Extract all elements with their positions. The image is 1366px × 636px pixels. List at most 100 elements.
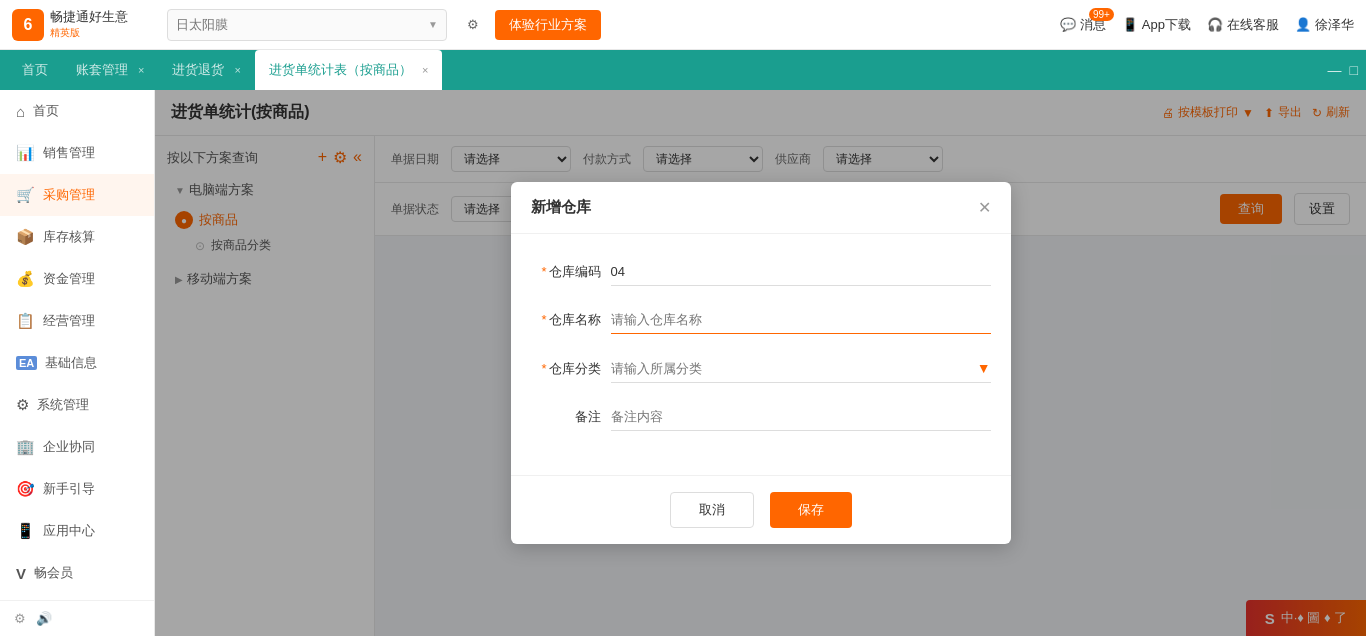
tab-purchase-return-close[interactable]: ×: [234, 64, 240, 76]
enterprise-icon: 🏢: [16, 438, 35, 456]
user-icon: 👤: [1295, 17, 1311, 32]
form-row-name: 仓库名称: [531, 306, 991, 334]
tab-purchase-stat-label: 进货单统计表（按商品）: [269, 61, 412, 79]
sidebar-label-system: 系统管理: [37, 396, 89, 414]
sidebar-label-basic-info: 基础信息: [45, 354, 97, 372]
name-label: 仓库名称: [531, 311, 611, 329]
name-input[interactable]: [611, 306, 991, 334]
sidebar-bottom-volume-icon[interactable]: 🔊: [36, 611, 52, 626]
sidebar-label-purchase: 采购管理: [43, 186, 95, 204]
sidebar-label-beginner: 新手引导: [43, 480, 95, 498]
online-service-label: 在线客服: [1227, 16, 1279, 34]
sidebar-item-beginner[interactable]: 🎯 新手引导: [0, 468, 154, 510]
inventory-icon: 📦: [16, 228, 35, 246]
modal-close-button[interactable]: ✕: [978, 198, 991, 217]
sidebar-label-sales: 销售管理: [43, 144, 95, 162]
tab-home[interactable]: 首页: [8, 50, 62, 90]
tab-bar: 首页 账套管理 × 进货退货 × 进货单统计表（按商品） × — □: [0, 50, 1366, 90]
sidebar-item-sales[interactable]: 📊 销售管理: [0, 132, 154, 174]
modal-title: 新增仓库: [531, 198, 591, 217]
sidebar-label-operations: 经营管理: [43, 312, 95, 330]
remark-input[interactable]: [611, 403, 991, 431]
sidebar-label-home: 首页: [33, 102, 59, 120]
form-row-code: 仓库编码: [531, 258, 991, 286]
form-row-remark: 备注: [531, 403, 991, 431]
headset-icon: 🎧: [1207, 17, 1223, 32]
tab-minimize-icon[interactable]: —: [1328, 62, 1342, 78]
tab-account-label: 账套管理: [76, 61, 128, 79]
code-input[interactable]: [611, 258, 991, 286]
header-search-box[interactable]: 日太阳膜 ▼: [167, 9, 447, 41]
sidebar-item-enterprise[interactable]: 🏢 企业协同: [0, 426, 154, 468]
settings-icon-btn[interactable]: ⚙: [457, 9, 489, 41]
sidebar-item-app-center[interactable]: 📱 应用中心: [0, 510, 154, 552]
username-label: 徐泽华: [1315, 16, 1354, 34]
search-input[interactable]: 日太阳膜: [176, 17, 428, 32]
tab-account[interactable]: 账套管理 ×: [62, 50, 158, 90]
tab-purchase-stat[interactable]: 进货单统计表（按商品） ×: [255, 50, 442, 90]
sidebar-item-purchase[interactable]: 🛒 采购管理: [0, 174, 154, 216]
modal-footer: 取消 保存: [511, 475, 1011, 544]
sidebar-item-home[interactable]: ⌂ 首页: [0, 90, 154, 132]
sidebar-item-operations[interactable]: 📋 经营管理: [0, 300, 154, 342]
app-download-label: App下载: [1142, 16, 1191, 34]
modal-overlay[interactable]: 新增仓库 ✕ 仓库编码 仓库名称 仓库分类: [155, 90, 1366, 636]
sidebar-item-inventory[interactable]: 📦 库存核算: [0, 216, 154, 258]
tab-purchase-return[interactable]: 进货退货 ×: [158, 50, 254, 90]
cancel-button[interactable]: 取消: [670, 492, 754, 528]
basic-info-icon: EA: [16, 356, 37, 370]
app-center-icon: 📱: [16, 522, 35, 540]
app-download-item[interactable]: 📱 App下载: [1122, 16, 1191, 34]
logo-icon: 6: [12, 9, 44, 41]
modal-header: 新增仓库 ✕: [511, 182, 1011, 234]
home-icon: ⌂: [16, 103, 25, 120]
sidebar-bottom-settings-icon[interactable]: ⚙: [14, 611, 26, 626]
sidebar-label-inventory: 库存核算: [43, 228, 95, 246]
sidebar-item-system[interactable]: ⚙ 系统管理: [0, 384, 154, 426]
finance-icon: 💰: [16, 270, 35, 288]
user-item[interactable]: 👤 徐泽华: [1295, 16, 1354, 34]
new-warehouse-modal: 新增仓库 ✕ 仓库编码 仓库名称 仓库分类: [511, 182, 1011, 544]
purchase-icon: 🛒: [16, 186, 35, 204]
header-right: 💬 消息 99+ 📱 App下载 🎧 在线客服 👤 徐泽华: [1060, 16, 1354, 34]
sidebar-label-enterprise: 企业协同: [43, 438, 95, 456]
messages-badge: 99+: [1089, 8, 1114, 21]
beginner-icon: 🎯: [16, 480, 35, 498]
main-layout: ⌂ 首页 📊 销售管理 🛒 采购管理 📦 库存核算 💰 资金管理 📋 经营管理 …: [0, 90, 1366, 636]
app-version: 精英版: [50, 26, 128, 40]
sidebar-item-basic-info[interactable]: EA 基础信息: [0, 342, 154, 384]
message-icon: 💬: [1060, 17, 1076, 32]
sidebar-item-finance[interactable]: 💰 资金管理: [0, 258, 154, 300]
tab-purchase-stat-close[interactable]: ×: [422, 64, 428, 76]
category-input[interactable]: [611, 361, 977, 376]
online-service-item[interactable]: 🎧 在线客服: [1207, 16, 1279, 34]
logo-area: 6 畅捷通好生意 精英版: [12, 9, 167, 41]
search-dropdown-icon[interactable]: ▼: [428, 19, 438, 30]
sidebar: ⌂ 首页 📊 销售管理 🛒 采购管理 📦 库存核算 💰 资金管理 📋 经营管理 …: [0, 90, 155, 636]
system-icon: ⚙: [16, 396, 29, 414]
top-header: 6 畅捷通好生意 精英版 日太阳膜 ▼ ⚙ 体验行业方案 💬 消息 99+ 📱 …: [0, 0, 1366, 50]
category-label: 仓库分类: [531, 360, 611, 378]
save-button[interactable]: 保存: [770, 492, 852, 528]
sales-icon: 📊: [16, 144, 35, 162]
sidebar-label-app-center: 应用中心: [43, 522, 95, 540]
tab-account-close[interactable]: ×: [138, 64, 144, 76]
form-row-category: 仓库分类 ▼: [531, 354, 991, 383]
sidebar-item-member[interactable]: V 畅会员: [0, 552, 154, 594]
category-chevron-icon: ▼: [977, 360, 991, 376]
sidebar-label-finance: 资金管理: [43, 270, 95, 288]
content-area: 进货单统计(按商品) 🖨 按模板打印 ▼ ⬆ 导出 ↻ 刷新: [155, 90, 1366, 636]
phone-icon: 📱: [1122, 17, 1138, 32]
remark-label: 备注: [531, 408, 611, 426]
modal-body: 仓库编码 仓库名称 仓库分类 ▼: [511, 234, 1011, 475]
app-name: 畅捷通好生意: [50, 9, 128, 26]
try-industry-button[interactable]: 体验行业方案: [495, 10, 601, 40]
messages-item[interactable]: 💬 消息 99+: [1060, 16, 1106, 34]
tab-maximize-icon[interactable]: □: [1350, 62, 1358, 78]
tab-home-label: 首页: [22, 61, 48, 79]
code-label: 仓库编码: [531, 263, 611, 281]
tab-purchase-return-label: 进货退货: [172, 61, 224, 79]
category-select-wrap[interactable]: ▼: [611, 354, 991, 383]
member-icon: V: [16, 565, 26, 582]
sidebar-label-member: 畅会员: [34, 564, 73, 582]
